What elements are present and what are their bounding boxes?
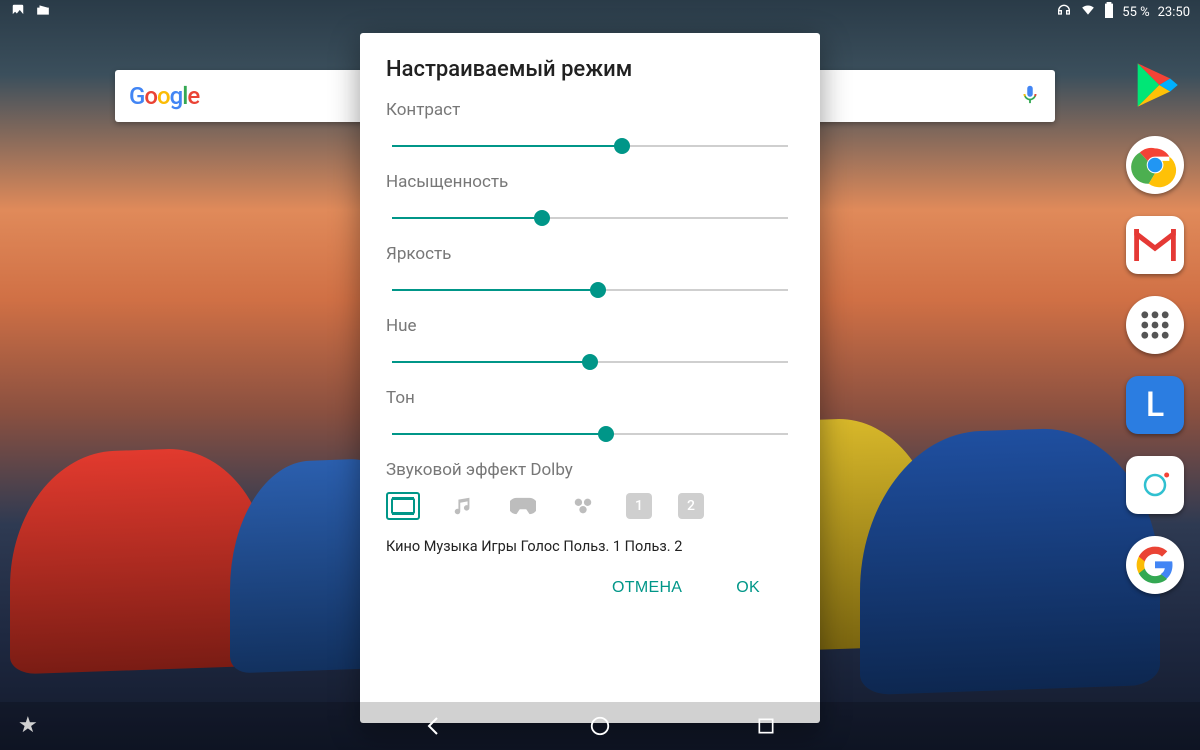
- slider-thumb[interactable]: [534, 210, 550, 226]
- slider-thumb[interactable]: [614, 138, 630, 154]
- l-app-icon[interactable]: L: [1126, 376, 1184, 434]
- slider-fill: [392, 289, 598, 291]
- navigation-bar: [0, 702, 1200, 750]
- headphones-icon: [1056, 2, 1072, 22]
- battery-text: 55 %: [1122, 5, 1149, 20]
- l-app-letter: L: [1146, 385, 1164, 425]
- wifi-icon: [1080, 3, 1096, 21]
- dialog-title: Настраиваемый режим: [386, 57, 794, 82]
- notification-radio-icon: [34, 3, 52, 21]
- slider-label: Яркость: [386, 244, 794, 264]
- dolby-mode-user1-icon[interactable]: 1: [626, 493, 652, 519]
- voice-search-icon[interactable]: [1019, 83, 1041, 109]
- slider-fill: [392, 361, 590, 363]
- slider-fill: [392, 433, 606, 435]
- slider-label: Насыщенность: [386, 172, 794, 192]
- dolby-mode-music-icon[interactable]: [446, 492, 480, 520]
- slider-тон[interactable]: [392, 424, 788, 444]
- slider-thumb[interactable]: [590, 282, 606, 298]
- chrome-icon[interactable]: [1126, 136, 1184, 194]
- google-logo: Google: [129, 82, 199, 110]
- dolby-mode-caption: Кино Музыка Игры Голос Польз. 1 Польз. 2: [386, 538, 794, 555]
- slider-яркость[interactable]: [392, 280, 788, 300]
- nav-recent-button[interactable]: [753, 713, 779, 739]
- dolby-mode-movie-icon[interactable]: [386, 492, 420, 520]
- slider-контраст[interactable]: [392, 136, 788, 156]
- nav-back-button[interactable]: [421, 713, 447, 739]
- dolby-mode-game-icon[interactable]: [506, 492, 540, 520]
- app-dock: L: [1126, 56, 1184, 594]
- ok-button[interactable]: OK: [732, 569, 764, 607]
- dolby-section-label: Звуковой эффект Dolby: [386, 460, 794, 480]
- clock: 23:50: [1158, 5, 1190, 20]
- slider-group-1: Насыщенность: [386, 172, 794, 228]
- slider-thumb[interactable]: [598, 426, 614, 442]
- slider-насыщенность[interactable]: [392, 208, 788, 228]
- android-home-screen: 55 % 23:50 Google L: [0, 0, 1200, 750]
- cancel-button[interactable]: ОТМЕНА: [608, 569, 686, 607]
- custom-mode-dialog: Настраиваемый режим Контраст Насыщенность…: [360, 33, 820, 723]
- slider-hue[interactable]: [392, 352, 788, 372]
- slider-thumb[interactable]: [582, 354, 598, 370]
- play-store-icon[interactable]: [1126, 56, 1184, 114]
- dolby-mode-voice-icon[interactable]: [566, 492, 600, 520]
- google-app-icon[interactable]: [1126, 536, 1184, 594]
- dolby-mode-user2-icon[interactable]: 2: [678, 493, 704, 519]
- gmail-icon[interactable]: [1126, 216, 1184, 274]
- slider-fill: [392, 217, 542, 219]
- slider-label: Контраст: [386, 100, 794, 120]
- slider-group-2: Яркость: [386, 244, 794, 300]
- slider-label: Hue: [386, 316, 794, 336]
- notification-image-icon: [10, 3, 26, 21]
- dolby-mode-icons: 1 2: [386, 492, 794, 520]
- slider-group-4: Тон: [386, 388, 794, 444]
- slider-fill: [392, 145, 622, 147]
- camera-icon[interactable]: [1126, 456, 1184, 514]
- status-bar[interactable]: 55 % 23:50: [0, 0, 1200, 24]
- slider-group-0: Контраст: [386, 100, 794, 156]
- app-drawer-icon[interactable]: [1126, 296, 1184, 354]
- battery-icon: [1104, 2, 1114, 22]
- nav-home-button[interactable]: [587, 713, 613, 739]
- slider-label: Тон: [386, 388, 794, 408]
- slider-group-3: Hue: [386, 316, 794, 372]
